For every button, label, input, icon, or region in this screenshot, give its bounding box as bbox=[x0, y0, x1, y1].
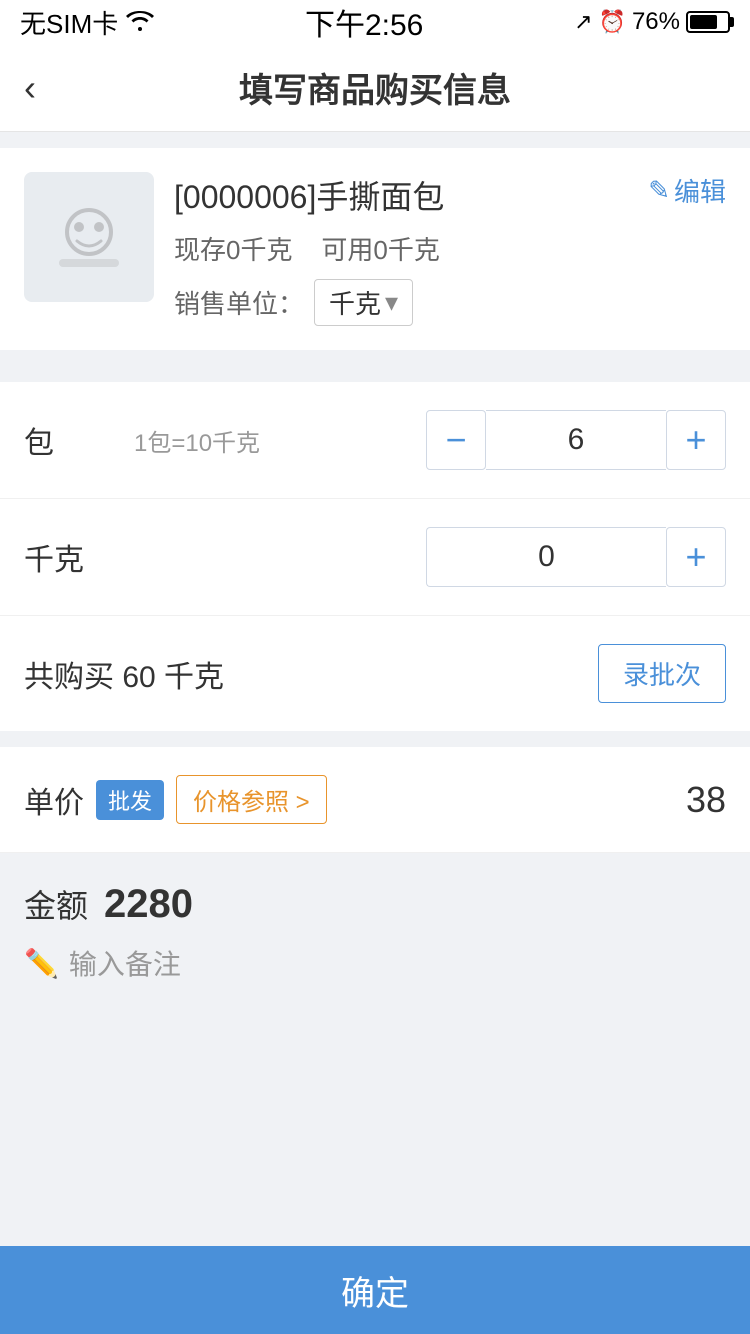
separator-1 bbox=[0, 350, 750, 366]
product-unit-row: 销售单位： 千克 ▾ bbox=[174, 279, 726, 326]
package-minus-button[interactable]: − bbox=[426, 410, 486, 470]
product-info: [0000006]手撕面包 ✎ 编辑 现存0千克 可用0千克 销售单位： 千克 … bbox=[174, 172, 726, 326]
package-controls: − + bbox=[426, 410, 726, 470]
price-ref-button[interactable]: 价格参照 > bbox=[176, 775, 327, 824]
edit-button[interactable]: ✎ 编辑 bbox=[648, 172, 726, 209]
package-hint: 1包=10千克 bbox=[134, 423, 426, 458]
kilogram-controls: + bbox=[426, 527, 726, 587]
unit-select[interactable]: 千克 ▾ bbox=[314, 279, 413, 326]
status-left: 无SIM卡 bbox=[20, 4, 154, 41]
location-icon: ↗ bbox=[574, 9, 592, 35]
product-stock: 现存0千克 可用0千克 bbox=[174, 230, 726, 267]
back-button[interactable]: ‹ bbox=[24, 67, 36, 109]
note-placeholder: 输入备注 bbox=[69, 943, 181, 983]
status-time: 下午2:56 bbox=[305, 0, 423, 44]
kilogram-plus-button[interactable]: + bbox=[666, 527, 726, 587]
amount-label: 金额 bbox=[24, 881, 88, 927]
confirm-button[interactable]: 确定 bbox=[0, 1246, 750, 1334]
kilogram-input[interactable] bbox=[426, 527, 666, 587]
product-name: [0000006]手撕面包 bbox=[174, 172, 444, 218]
package-plus-button[interactable]: + bbox=[666, 410, 726, 470]
total-label: 共购买 60 千克 bbox=[24, 652, 224, 696]
pencil-icon: ✏️ bbox=[24, 947, 59, 980]
nav-bar: ‹ 填写商品购买信息 bbox=[0, 44, 750, 132]
price-type-tag: 批发 bbox=[96, 780, 164, 820]
page-title: 填写商品购买信息 bbox=[239, 63, 511, 112]
dropdown-icon: ▾ bbox=[385, 287, 398, 318]
wifi-icon bbox=[126, 7, 154, 38]
amount-section: 金额 2280 ✏️ 输入备注 bbox=[0, 853, 750, 1003]
alarm-icon: ⏰ bbox=[599, 9, 626, 35]
unit-value: 千克 bbox=[329, 284, 381, 321]
note-row[interactable]: ✏️ 输入备注 bbox=[24, 943, 726, 983]
package-row: 包 1包=10千克 − + bbox=[0, 382, 750, 499]
amount-value: 2280 bbox=[104, 882, 193, 927]
price-value: 38 bbox=[686, 779, 726, 821]
price-label: 单价 bbox=[24, 778, 84, 822]
unit-label: 销售单位： bbox=[174, 284, 304, 321]
edit-label: 编辑 bbox=[674, 172, 726, 209]
kilogram-row: 千克 + bbox=[0, 499, 750, 616]
product-image bbox=[24, 172, 154, 302]
kilogram-label: 千克 bbox=[24, 535, 124, 579]
status-right: ↗ ⏰ 76% bbox=[574, 8, 730, 36]
product-card: [0000006]手撕面包 ✎ 编辑 现存0千克 可用0千克 销售单位： 千克 … bbox=[0, 148, 750, 350]
battery-percent: 76% bbox=[632, 8, 680, 36]
edit-icon: ✎ bbox=[648, 175, 670, 206]
quantity-section: 包 1包=10千克 − + 千克 + 共购买 60 千克 录批次 bbox=[0, 382, 750, 731]
separator-2 bbox=[0, 731, 750, 747]
status-bar: 无SIM卡 下午2:56 ↗ ⏰ 76% bbox=[0, 0, 750, 44]
record-batch-button[interactable]: 录批次 bbox=[598, 644, 726, 703]
battery-icon bbox=[686, 11, 730, 33]
package-input[interactable] bbox=[486, 410, 666, 470]
package-label: 包 bbox=[24, 418, 124, 462]
total-row: 共购买 60 千克 录批次 bbox=[0, 616, 750, 731]
price-section: 单价 批发 价格参照 > 38 bbox=[0, 747, 750, 853]
amount-row: 金额 2280 bbox=[24, 881, 726, 927]
carrier-label: 无SIM卡 bbox=[20, 4, 118, 41]
